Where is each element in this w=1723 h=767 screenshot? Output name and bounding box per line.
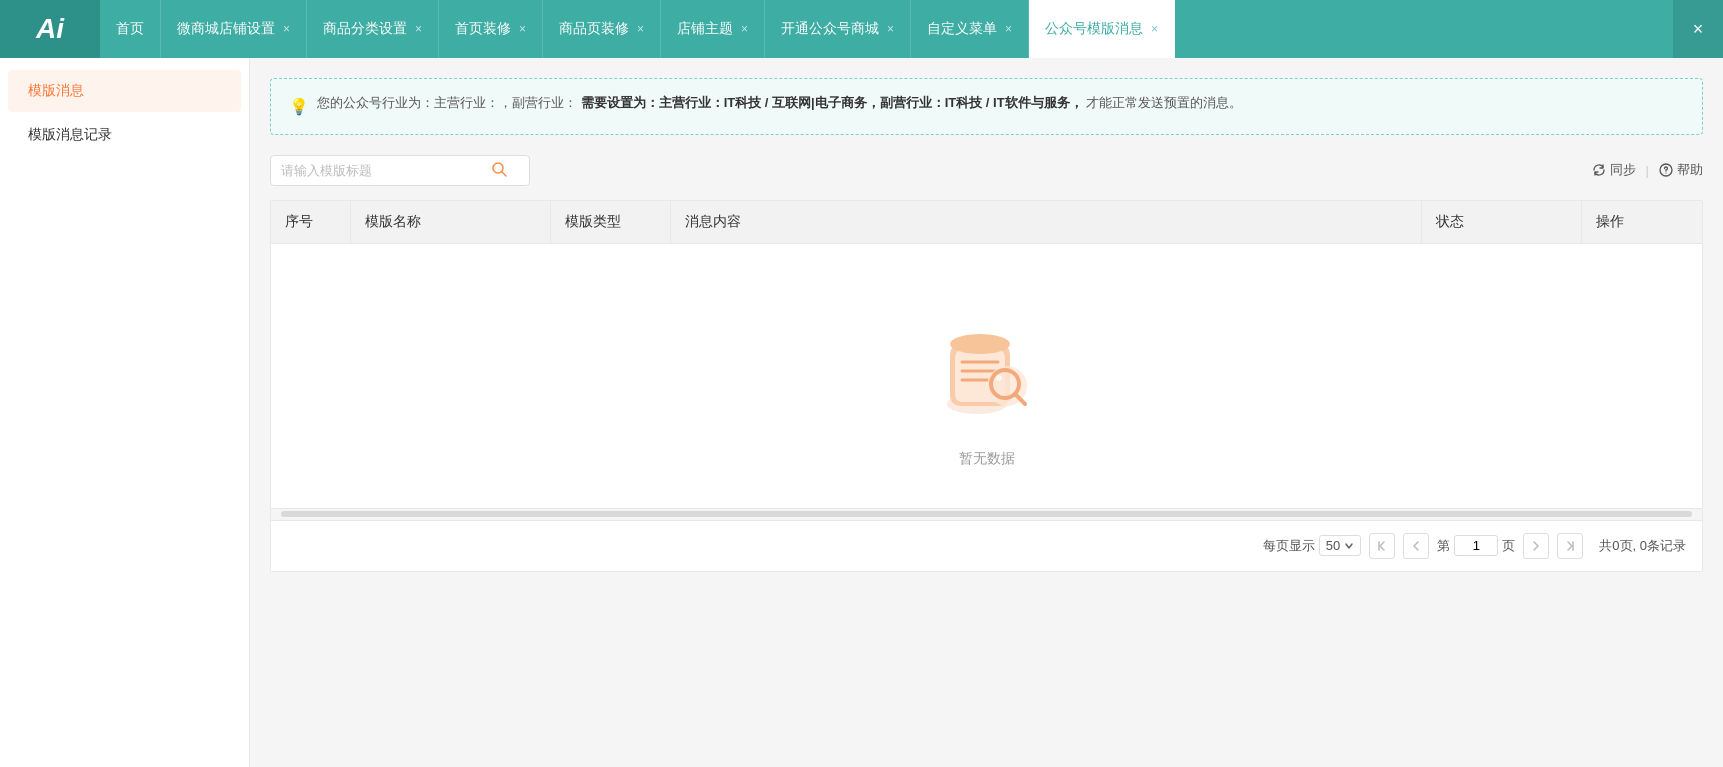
logo: Ai (0, 0, 100, 58)
sync-icon (1592, 163, 1606, 177)
search-input-wrap[interactable] (270, 155, 530, 186)
tab-menu[interactable]: 自定义菜单 × (911, 0, 1029, 58)
svg-line-1 (502, 172, 506, 176)
tab-menu-label: 自定义菜单 (927, 20, 997, 38)
tab-menu-close[interactable]: × (1005, 22, 1012, 36)
toolbar-right: 同步 | 帮助 (1592, 161, 1703, 179)
th-index: 序号 (271, 201, 351, 243)
tab-wsc-label: 微商城店铺设置 (177, 20, 275, 38)
scrollbar-track[interactable] (281, 511, 1692, 517)
top-nav: Ai 首页 微商城店铺设置 × 商品分类设置 × 首页装修 × 商品页装修 × … (0, 0, 1723, 58)
tab-theme[interactable]: 店铺主题 × (661, 0, 765, 58)
prev-page-button[interactable] (1403, 533, 1429, 559)
sync-button[interactable]: 同步 (1592, 161, 1636, 179)
close-all-button[interactable]: × (1673, 0, 1723, 58)
toolbar-divider: | (1646, 163, 1649, 178)
th-status: 状态 (1422, 201, 1582, 243)
sidebar-item-template-record[interactable]: 模版消息记录 (8, 114, 241, 156)
last-page-icon (1564, 540, 1576, 552)
search-row: 同步 | 帮助 (270, 155, 1703, 186)
tab-template-close[interactable]: × (1151, 22, 1158, 36)
tab-wechat[interactable]: 开通公众号商城 × (765, 0, 911, 58)
help-label: 帮助 (1677, 161, 1703, 179)
search-input[interactable] (281, 156, 491, 185)
notice-prefix: 您的公众号行业为：主营行业：，副营行业： (317, 95, 577, 110)
tab-wsc[interactable]: 微商城店铺设置 × (161, 0, 307, 58)
tab-product[interactable]: 商品页装修 × (543, 0, 661, 58)
first-page-button[interactable] (1369, 533, 1395, 559)
notice-box: 💡 您的公众号行业为：主营行业：，副营行业： 需要设置为：主营行业：IT科技 /… (270, 78, 1703, 135)
page-size-selector[interactable]: 50 (1319, 535, 1361, 556)
page-label-before: 第 (1437, 537, 1450, 555)
last-page-button[interactable] (1557, 533, 1583, 559)
tab-category[interactable]: 商品分类设置 × (307, 0, 439, 58)
content-area: 💡 您的公众号行业为：主营行业：，副营行业： 需要设置为：主营行业：IT科技 /… (250, 58, 1723, 767)
tab-product-label: 商品页装修 (559, 20, 629, 38)
th-name: 模版名称 (351, 201, 551, 243)
notice-text: 您的公众号行业为：主营行业：，副营行业： 需要设置为：主营行业：IT科技 / 互… (317, 93, 1242, 114)
sidebar-item-template-record-label: 模版消息记录 (28, 126, 112, 142)
th-content: 消息内容 (671, 201, 1422, 243)
tab-wsc-close[interactable]: × (283, 22, 290, 36)
sidebar-item-template-msg-label: 模版消息 (28, 82, 84, 98)
next-page-icon (1530, 540, 1542, 552)
main-layout: 模版消息 模版消息记录 💡 您的公众号行业为：主营行业：，副营行业： 需要设置为… (0, 58, 1723, 767)
page-label-after: 页 (1502, 537, 1515, 555)
total-info: 共0页, 0条记录 (1599, 537, 1686, 555)
th-action: 操作 (1582, 201, 1702, 243)
tab-wechat-label: 开通公众号商城 (781, 20, 879, 38)
empty-state: 暂无数据 (271, 244, 1702, 508)
search-button[interactable] (491, 161, 507, 180)
first-page-icon (1376, 540, 1388, 552)
help-icon (1659, 163, 1673, 177)
svg-point-7 (950, 334, 1010, 354)
svg-point-14 (996, 375, 1002, 381)
tab-homepage-label: 首页装修 (455, 20, 511, 38)
empty-text: 暂无数据 (959, 450, 1015, 468)
tab-template[interactable]: 公众号模版消息 × (1029, 0, 1175, 58)
data-table: 序号 模版名称 模版类型 消息内容 状态 操作 (270, 200, 1703, 572)
notice-suffix: 才能正常发送预置的消息。 (1086, 95, 1242, 110)
notice-icon: 💡 (289, 94, 309, 120)
chevron-down-icon (1344, 541, 1354, 551)
tab-template-label: 公众号模版消息 (1045, 20, 1143, 38)
tab-home[interactable]: 首页 (100, 0, 161, 58)
page-size-select: 每页显示 50 (1263, 535, 1361, 556)
page-input-wrap: 第 1 页 (1437, 535, 1515, 556)
sync-label: 同步 (1610, 161, 1636, 179)
help-button[interactable]: 帮助 (1659, 161, 1703, 179)
th-type: 模版类型 (551, 201, 671, 243)
notice-highlight: 需要设置为：主营行业：IT科技 / 互联网|电子商务，副营行业：IT科技 / I… (581, 95, 1083, 110)
tab-wechat-close[interactable]: × (887, 22, 894, 36)
table-header: 序号 模版名称 模版类型 消息内容 状态 操作 (271, 201, 1702, 244)
tab-theme-label: 店铺主题 (677, 20, 733, 38)
page-size-value: 50 (1326, 538, 1340, 553)
close-all-icon: × (1693, 19, 1704, 40)
sidebar-item-template-msg[interactable]: 模版消息 (8, 70, 241, 112)
tab-category-close[interactable]: × (415, 22, 422, 36)
tab-category-label: 商品分类设置 (323, 20, 407, 38)
logo-text: Ai (36, 13, 64, 45)
pagination-row: 每页显示 50 (271, 520, 1702, 571)
tab-theme-close[interactable]: × (741, 22, 748, 36)
page-number-input[interactable]: 1 (1454, 535, 1498, 556)
tab-homepage-close[interactable]: × (519, 22, 526, 36)
svg-point-3 (1665, 172, 1666, 173)
page-size-label: 每页显示 (1263, 537, 1315, 555)
tab-home-label: 首页 (116, 20, 144, 38)
nav-tabs: 首页 微商城店铺设置 × 商品分类设置 × 首页装修 × 商品页装修 × 店铺主… (100, 0, 1673, 58)
tab-product-close[interactable]: × (637, 22, 644, 36)
next-page-button[interactable] (1523, 533, 1549, 559)
tab-homepage[interactable]: 首页装修 × (439, 0, 543, 58)
empty-illustration (922, 304, 1052, 434)
scrollbar-area (271, 508, 1702, 520)
prev-page-icon (1410, 540, 1422, 552)
sidebar: 模版消息 模版消息记录 (0, 58, 250, 767)
